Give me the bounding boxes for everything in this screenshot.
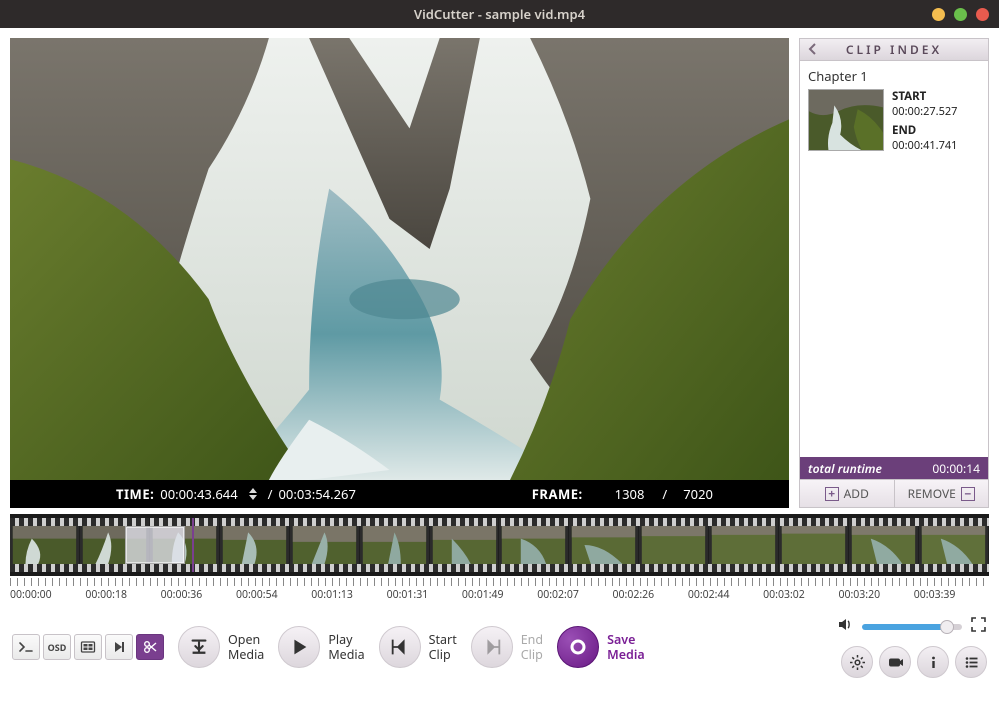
clip-thumbnail xyxy=(808,89,884,151)
clip-chapter: Chapter 1 xyxy=(808,67,980,85)
start-clip-button[interactable] xyxy=(379,626,421,668)
title-bar: VidCutter - sample vid.mp4 xyxy=(0,0,999,28)
ruler-tick: 00:03:02 xyxy=(763,588,838,602)
ruler-tick: 00:02:07 xyxy=(537,588,612,602)
ruler-tick: 00:01:49 xyxy=(462,588,537,602)
chevron-left-icon xyxy=(806,42,818,60)
console-button[interactable] xyxy=(12,634,40,660)
time-sep: / xyxy=(268,485,273,503)
end-clip-button[interactable] xyxy=(471,626,513,668)
clip-end-value: 00:00:41.741 xyxy=(892,138,957,153)
window-title: VidCutter - sample vid.mp4 xyxy=(414,5,585,23)
time-label: TIME: xyxy=(116,485,154,503)
settings-button[interactable] xyxy=(841,646,873,678)
volume-slider[interactable] xyxy=(862,624,962,630)
preview-panel: TIME: 00:00:43.644 / 00:03:54.267 FRAME:… xyxy=(10,38,789,508)
volume-knob[interactable] xyxy=(940,620,954,634)
close-button[interactable] xyxy=(976,8,989,21)
clip-times: START00:00:27.527 END00:00:41.741 xyxy=(892,89,957,153)
clip-index-title: CLIP INDEX xyxy=(846,41,942,58)
minimize-button[interactable] xyxy=(932,8,945,21)
ruler-tick: 00:01:31 xyxy=(387,588,462,602)
clip-start-value: 00:00:27.527 xyxy=(892,104,957,119)
step-forward-button[interactable] xyxy=(105,634,133,660)
clip-list: Chapter 1 START00:00:27.527 END00:00:41.… xyxy=(800,61,988,457)
open-media-label: OpenMedia xyxy=(228,632,264,662)
thumbnails-button[interactable] xyxy=(74,634,102,660)
add-label: ADD xyxy=(844,485,869,502)
ruler-tick: 00:01:13 xyxy=(311,588,386,602)
ruler-tick: 00:02:44 xyxy=(688,588,763,602)
toolbar: OSD OpenMedia PlayMedia StartClip EndCli… xyxy=(0,608,999,688)
volume-row xyxy=(837,616,987,638)
timeline-selection[interactable] xyxy=(125,526,186,564)
open-media-button[interactable] xyxy=(178,626,220,668)
clip-index-header[interactable]: CLIP INDEX xyxy=(800,39,988,61)
fullscreen-icon[interactable] xyxy=(970,616,987,638)
timeline-filmstrip[interactable] xyxy=(10,514,989,576)
save-media-button[interactable] xyxy=(557,626,599,668)
timeline-playhead[interactable] xyxy=(192,514,194,572)
clip-item[interactable]: Chapter 1 START00:00:27.527 END00:00:41.… xyxy=(800,61,988,161)
save-media-label: SaveMedia xyxy=(607,632,645,662)
play-media-label: PlayMedia xyxy=(328,632,364,662)
window-controls xyxy=(932,8,989,21)
time-spinner[interactable] xyxy=(248,487,258,501)
volume-icon[interactable] xyxy=(837,616,854,638)
time-current: 00:00:43.644 xyxy=(160,485,237,503)
timeline-ruler[interactable]: 00:00:0000:00:1800:00:3600:00:5400:01:13… xyxy=(10,578,989,608)
time-total: 00:03:54.267 xyxy=(279,485,356,503)
plus-icon: + xyxy=(825,487,839,501)
osd-button[interactable]: OSD xyxy=(43,634,71,660)
ruler-tick: 00:02:26 xyxy=(613,588,688,602)
smart-cut-button[interactable] xyxy=(136,634,164,660)
frame-sep: / xyxy=(662,485,667,503)
ruler-tick: 00:00:54 xyxy=(236,588,311,602)
ruler-tick: 00:03:39 xyxy=(914,588,989,602)
ruler-tick: 00:00:00 xyxy=(10,588,85,602)
start-clip-label: StartClip xyxy=(429,632,457,662)
clip-index-panel: CLIP INDEX Chapter 1 START00:00:27. xyxy=(799,38,989,508)
clip-end-label: END xyxy=(892,123,916,138)
remove-clip-button[interactable]: REMOVE − xyxy=(895,480,989,507)
minus-icon: − xyxy=(961,487,975,501)
video-info-bar: TIME: 00:00:43.644 / 00:03:54.267 FRAME:… xyxy=(10,480,789,508)
end-clip-label: EndClip xyxy=(521,632,543,662)
runtime-label: total runtime xyxy=(808,460,882,477)
runtime-bar: total runtime 00:00:14 xyxy=(800,457,988,479)
ruler-tick: 00:03:20 xyxy=(838,588,913,602)
frame-current: 1308 xyxy=(615,485,645,503)
add-clip-button[interactable]: + ADD xyxy=(800,480,895,507)
ruler-tick: 00:00:18 xyxy=(85,588,160,602)
frame-label: FRAME: xyxy=(532,485,583,503)
runtime-value: 00:00:14 xyxy=(932,460,980,477)
clip-start-label: START xyxy=(892,89,926,104)
media-info-button[interactable] xyxy=(879,646,911,678)
menu-button[interactable] xyxy=(955,646,987,678)
ruler-tick: 00:00:36 xyxy=(161,588,236,602)
frame-total: 7020 xyxy=(683,485,713,503)
maximize-button[interactable] xyxy=(954,8,967,21)
video-preview[interactable] xyxy=(10,38,789,480)
play-media-button[interactable] xyxy=(278,626,320,668)
info-button[interactable] xyxy=(917,646,949,678)
mini-buttons: OSD xyxy=(12,634,164,660)
remove-label: REMOVE xyxy=(908,485,956,502)
